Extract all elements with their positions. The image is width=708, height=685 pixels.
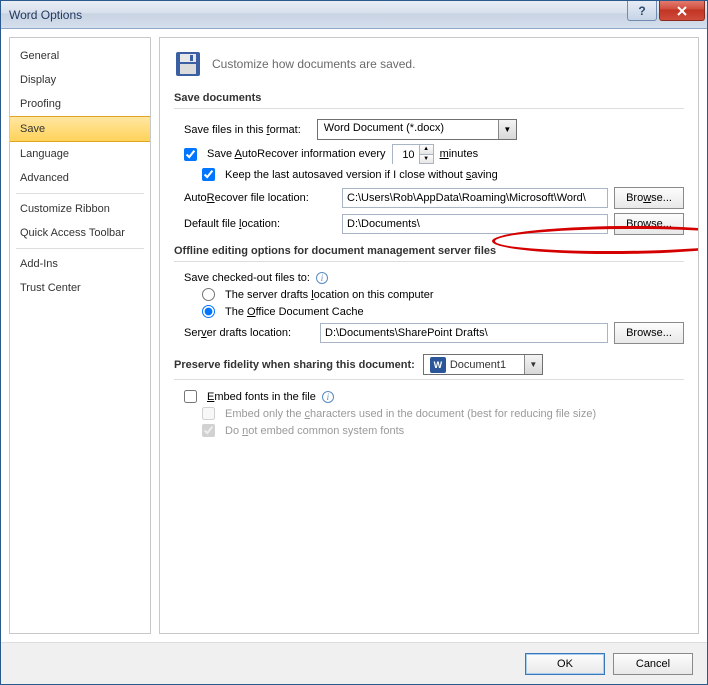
minutes-label: minutes	[440, 148, 479, 160]
dialog-footer: OK Cancel	[1, 642, 707, 684]
sidebar-item-general[interactable]: General	[10, 44, 150, 68]
fidelity-doc-dropdown[interactable]: W Document1 ▼	[423, 354, 543, 375]
autorecover-checkbox[interactable]	[184, 148, 197, 161]
section-offline: Offline editing options for document man…	[174, 245, 684, 262]
main-panel: Customize how documents are saved. Save …	[159, 37, 699, 634]
sidebar-item-customize-ribbon[interactable]: Customize Ribbon	[10, 197, 150, 221]
drafts-loc-input[interactable]	[320, 323, 608, 343]
sidebar-separator	[16, 248, 144, 249]
format-label: Save files in this format:	[184, 124, 301, 136]
chevron-down-icon[interactable]: ▼	[524, 355, 542, 374]
panel-subtitle: Customize how documents are saved.	[212, 57, 415, 71]
browse-drafts-button[interactable]: Browse...	[614, 322, 684, 344]
close-button[interactable]	[659, 1, 705, 21]
spinner-down-icon[interactable]: ▼	[420, 155, 433, 164]
section-fidelity: Preserve fidelity when sharing this docu…	[174, 354, 684, 380]
info-icon[interactable]: i	[322, 391, 334, 403]
cancel-button[interactable]: Cancel	[613, 653, 693, 675]
sidebar: General Display Proofing Save Language A…	[9, 37, 151, 634]
dialog-body: General Display Proofing Save Language A…	[1, 29, 707, 642]
sidebar-item-language[interactable]: Language	[10, 142, 150, 166]
close-icon	[676, 6, 688, 16]
info-icon[interactable]: i	[316, 272, 328, 284]
ok-button[interactable]: OK	[525, 653, 605, 675]
word-doc-icon: W	[430, 357, 446, 373]
titlebar-buttons: ?	[627, 1, 705, 21]
sidebar-item-addins[interactable]: Add-Ins	[10, 252, 150, 276]
keep-last-label: Keep the last autosaved version if I clo…	[225, 169, 498, 181]
no-common-checkbox	[202, 424, 215, 437]
sidebar-separator	[16, 193, 144, 194]
sidebar-item-display[interactable]: Display	[10, 68, 150, 92]
embed-only-checkbox	[202, 407, 215, 420]
drafts-loc-label: Server drafts location:	[184, 327, 314, 339]
autorecover-minutes-input[interactable]	[393, 145, 419, 165]
embed-fonts-label: Embed fonts in the file	[207, 391, 316, 403]
sidebar-item-proofing[interactable]: Proofing	[10, 92, 150, 116]
no-common-label: Do not embed common system fonts	[225, 425, 404, 437]
help-button[interactable]: ?	[627, 1, 657, 21]
server-drafts-radio[interactable]	[202, 288, 215, 301]
format-value: Word Document (*.docx)	[318, 120, 498, 139]
office-cache-label: The Office Document Cache	[225, 306, 364, 318]
window-title: Word Options	[9, 8, 82, 22]
fidelity-doc-name: Document1	[450, 359, 506, 371]
keep-last-checkbox[interactable]	[202, 168, 215, 181]
browse-default-button[interactable]: Browse...	[614, 213, 684, 235]
browse-autorecover-button[interactable]: Browse...	[614, 187, 684, 209]
spinner-up-icon[interactable]: ▲	[420, 145, 433, 155]
default-loc-label: Default file location:	[184, 218, 336, 230]
autorecover-label: Save AutoRecover information every	[207, 148, 386, 160]
office-cache-radio[interactable]	[202, 305, 215, 318]
autorecover-minutes-spinner[interactable]: ▲▼	[392, 144, 434, 164]
sidebar-item-advanced[interactable]: Advanced	[10, 166, 150, 190]
default-loc-input[interactable]	[342, 214, 608, 234]
fidelity-heading: Preserve fidelity when sharing this docu…	[174, 359, 415, 371]
autorecover-loc-label: AutoRecover file location:	[184, 192, 336, 204]
sidebar-item-save[interactable]: Save	[10, 116, 150, 142]
section-save-documents: Save documents	[174, 92, 684, 109]
save-checked-label: Save checked-out files to:	[184, 272, 310, 284]
word-options-dialog: Word Options ? General Display Proofing …	[0, 0, 708, 685]
server-drafts-label: The server drafts location on this compu…	[225, 289, 434, 301]
chevron-down-icon[interactable]: ▼	[498, 120, 516, 139]
sidebar-item-quick-access[interactable]: Quick Access Toolbar	[10, 221, 150, 245]
titlebar[interactable]: Word Options ?	[1, 1, 707, 29]
embed-fonts-checkbox[interactable]	[184, 390, 197, 403]
panel-header: Customize how documents are saved.	[174, 50, 684, 78]
autorecover-loc-input[interactable]	[342, 188, 608, 208]
embed-only-label: Embed only the characters used in the do…	[225, 408, 596, 420]
save-disk-icon	[174, 50, 202, 78]
format-dropdown[interactable]: Word Document (*.docx) ▼	[317, 119, 517, 140]
sidebar-item-trust-center[interactable]: Trust Center	[10, 276, 150, 300]
